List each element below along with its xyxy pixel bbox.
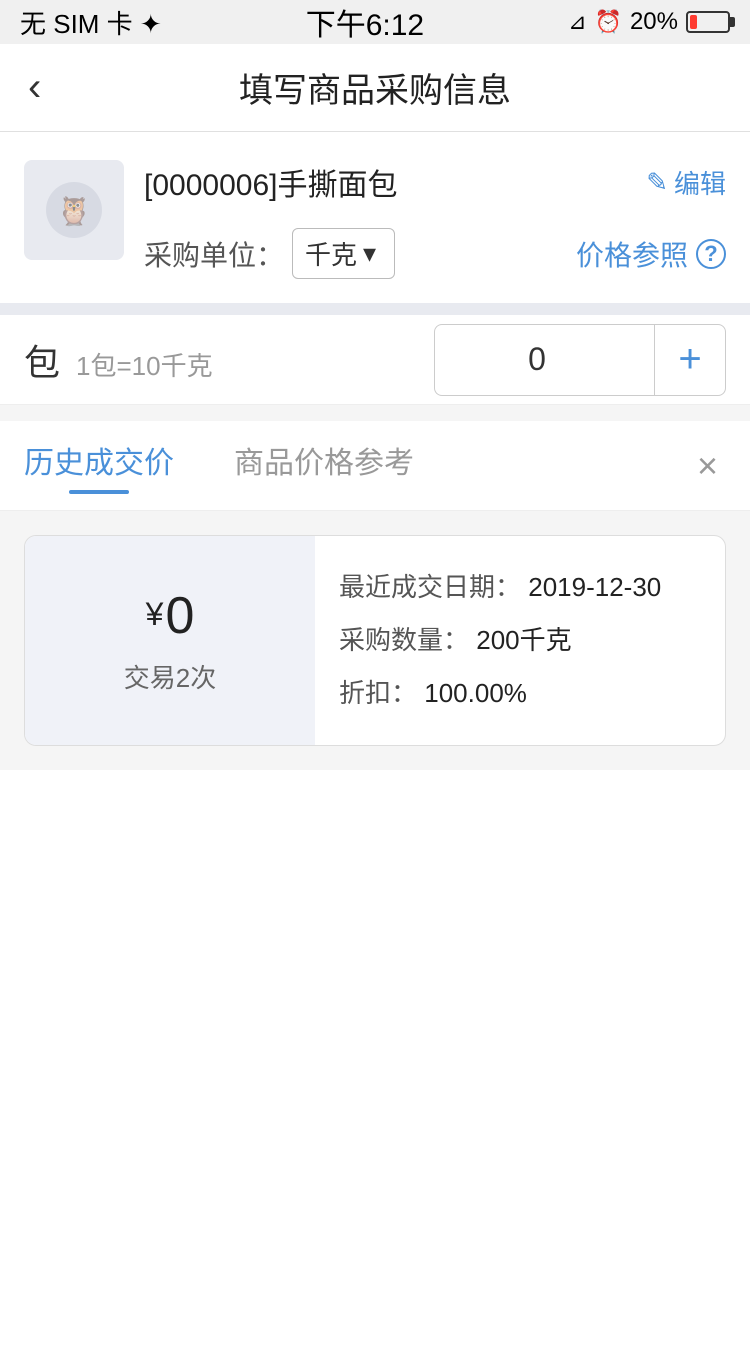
trade-card-left: ¥ 0 交易2次	[25, 536, 315, 745]
status-bar: 无 SIM 卡 ✦ 下午6:12 ⊿ ⏰ 20%	[0, 0, 750, 44]
status-left: 无 SIM 卡 ✦	[20, 4, 162, 41]
recent-date-value: 2019-12-30	[528, 572, 661, 602]
tab-price-ref[interactable]: 商品价格参考	[234, 430, 414, 502]
unit-label: 采购单位：	[144, 234, 284, 274]
trade-detail-discount: 折扣： 100.00%	[339, 674, 701, 713]
back-button[interactable]: ‹	[28, 65, 41, 110]
battery-icon	[686, 11, 730, 33]
tab-history-underline	[69, 490, 129, 494]
trade-count: 交易2次	[124, 658, 216, 695]
quantity-row: 包 1包=10千克 +	[0, 315, 750, 405]
status-time: 下午6:12	[306, 0, 424, 44]
tabs-close-button[interactable]: ×	[689, 437, 726, 495]
svg-text:🦉: 🦉	[57, 195, 92, 227]
trade-card-right: 最近成交日期： 2019-12-30 采购数量： 200千克 折扣： 100.0…	[315, 536, 725, 745]
qty-unit-label: 包	[24, 334, 60, 386]
nav-bar: ‹ 填写商品采购信息	[0, 44, 750, 132]
tab-history-price[interactable]: 历史成交价	[24, 430, 174, 502]
trade-detail-date: 最近成交日期： 2019-12-30	[339, 568, 701, 607]
discount-label: 折扣：	[339, 678, 417, 708]
recent-date-label: 最近成交日期：	[339, 572, 521, 602]
price-ref-help-icon: ?	[696, 239, 726, 269]
product-info: [0000006]手撕面包 ✎ 编辑 采购单位： 千克 ▾ 价格参照 ?	[144, 160, 726, 279]
edit-label: 编辑	[674, 164, 726, 201]
qty-detail-label: 采购数量：	[339, 625, 469, 655]
price-ref-label: 价格参照	[576, 234, 688, 274]
product-image: 🦉	[24, 160, 124, 260]
signal-text: 无 SIM 卡 ✦	[20, 4, 162, 41]
unit-select[interactable]: 千克 ▾	[292, 228, 395, 279]
trade-detail-qty: 采购数量： 200千克	[339, 621, 701, 660]
tabs-bar: 历史成交价 商品价格参考 ×	[0, 421, 750, 511]
quantity-plus-button[interactable]: +	[654, 324, 726, 396]
dropdown-icon: ▾	[363, 238, 376, 269]
tab-price-ref-underline	[294, 490, 354, 494]
edit-link[interactable]: ✎ 编辑	[646, 164, 726, 201]
quantity-input[interactable]	[434, 324, 654, 396]
qty-unit-hint: 1包=10千克	[76, 346, 213, 383]
location-icon: ⊿	[568, 9, 586, 35]
trade-price: ¥ 0	[146, 586, 195, 646]
trade-card: ¥ 0 交易2次 最近成交日期： 2019-12-30 采购数量： 200千克 …	[24, 535, 726, 746]
status-right: ⊿ ⏰ 20%	[568, 8, 730, 36]
unit-value: 千克	[305, 235, 357, 272]
price-value: 0	[165, 586, 194, 646]
discount-value: 100.00%	[424, 678, 527, 708]
price-ref-link[interactable]: 价格参照 ?	[576, 234, 726, 274]
price-currency: ¥	[146, 596, 164, 633]
section-divider	[0, 303, 750, 315]
product-section: 🦉 [0000006]手撕面包 ✎ 编辑 采购单位： 千克 ▾	[0, 132, 750, 303]
tab-price-ref-label: 商品价格参考	[234, 438, 414, 482]
battery-percent: 20%	[630, 8, 678, 36]
page-title: 填写商品采购信息	[239, 63, 511, 112]
content-area	[0, 770, 750, 1370]
qty-detail-value: 200千克	[476, 625, 571, 655]
product-name: [0000006]手撕面包	[144, 160, 397, 204]
tab-history-label: 历史成交价	[24, 438, 174, 482]
edit-icon: ✎	[646, 167, 668, 198]
alarm-icon: ⏰	[595, 9, 622, 35]
